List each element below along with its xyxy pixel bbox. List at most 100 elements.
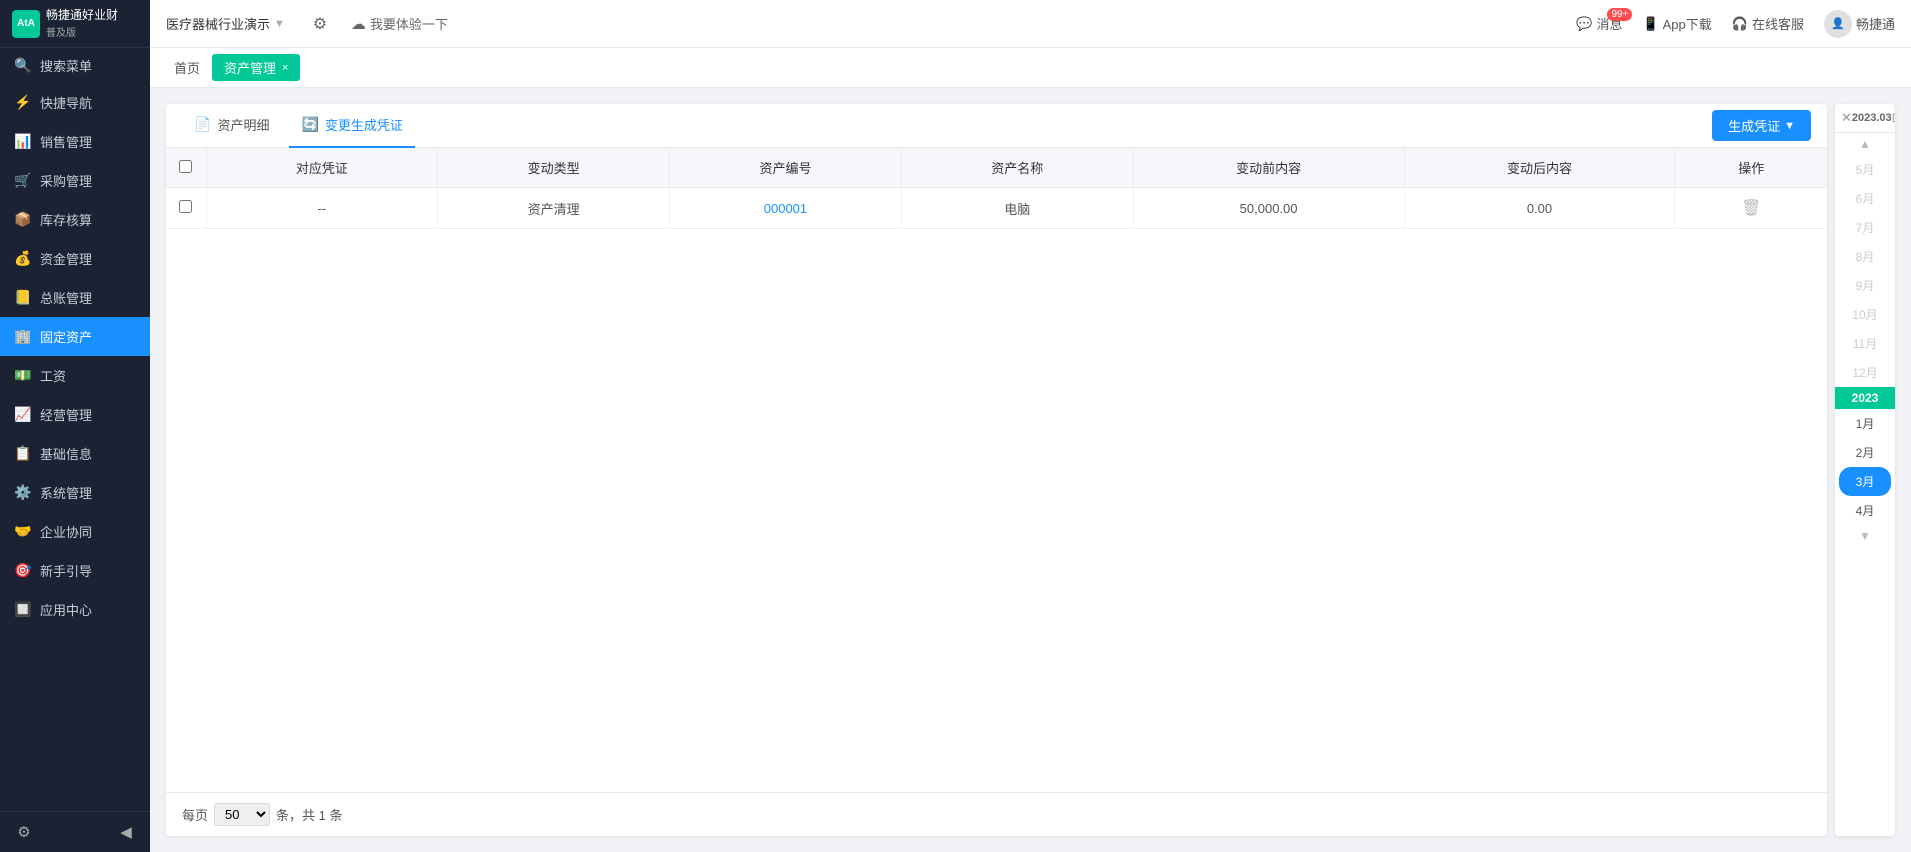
tab-asset-detail[interactable]: 📄 资产明细 — [182, 104, 281, 148]
month-item-5[interactable]: 5月 — [1835, 155, 1895, 184]
sidebar-item-label: 系统管理 — [40, 483, 92, 502]
ledger-icon: 📒 — [14, 289, 32, 307]
tab-change-voucher-label: 变更生成凭证 — [325, 115, 403, 134]
sidebar-item-enterprise[interactable]: 🤝 企业协同 — [0, 512, 150, 551]
sidebar-item-label: 工资 — [40, 366, 66, 385]
month-item-2023-1[interactable]: 1月 — [1835, 409, 1895, 438]
base-info-icon: 📋 — [14, 445, 32, 463]
delete-icon[interactable]: 🗑 — [1741, 200, 1761, 217]
avatar: 👤 — [1824, 10, 1852, 38]
sidebar-item-search[interactable]: 🔍 搜索菜单 — [0, 48, 150, 83]
col-change-type: 变动类型 — [438, 148, 670, 188]
month-item-10[interactable]: 10月 — [1835, 300, 1895, 329]
col-after-change: 变动后内容 — [1404, 148, 1675, 188]
sidebar-item-guide[interactable]: 🎯 新手引导 — [0, 551, 150, 590]
system-icon: ⚙️ — [14, 484, 32, 502]
sidebar-item-ledger[interactable]: 📒 总账管理 — [0, 278, 150, 317]
logo-sub: 普及版 — [46, 24, 118, 39]
sidebar-item-app-center[interactable]: 🔲 应用中心 — [0, 590, 150, 629]
top-header: 医疗器械行业演示 ▼ ⚙ ☁ 我要体验一下 💬 消息 99+ 📱 App下载 🎧… — [150, 0, 1911, 48]
sidebar-item-label: 应用中心 — [40, 600, 92, 619]
customer-service-button[interactable]: 🎧 在线客服 — [1732, 14, 1804, 33]
generate-voucher-button[interactable]: 生成凭证 ▼ — [1712, 110, 1811, 141]
asset-management-tab[interactable]: 资产管理 × — [212, 54, 300, 81]
sidebar-item-base-info[interactable]: 📋 基础信息 — [0, 434, 150, 473]
panel-scroll[interactable]: ▲ 5月 6月 7月 8月 9月 10月 11月 12月 2023 1月 2月 … — [1835, 133, 1895, 836]
home-tab[interactable]: 首页 — [166, 54, 208, 81]
company-selector[interactable]: 医疗器械行业演示 ▼ — [166, 14, 285, 33]
cell-after-change: 0.00 — [1404, 188, 1675, 229]
user-menu[interactable]: 👤 畅捷通 — [1824, 10, 1895, 38]
collapse-icon[interactable]: ◀ — [116, 822, 136, 842]
sub-tabs-actions: 生成凭证 ▼ — [1712, 110, 1811, 141]
scroll-down-button[interactable]: ▼ — [1835, 525, 1895, 547]
cell-action[interactable]: 🗑 — [1675, 188, 1827, 229]
col-action: 操作 — [1675, 148, 1827, 188]
month-item-7[interactable]: 7月 — [1835, 213, 1895, 242]
sidebar-item-label: 经营管理 — [40, 405, 92, 424]
username-label: 畅捷通 — [1856, 14, 1895, 33]
nav-tabs-bar: 首页 资产管理 × — [150, 48, 1911, 88]
app-center-icon: 🔲 — [14, 601, 32, 619]
experience-label: 我要体验一下 — [370, 14, 448, 33]
table-header-row: 对应凭证 变动类型 资产编号 资产名称 变动前内容 变动后内容 操作 — [166, 148, 1827, 188]
table-footer: 每页 10 20 50 100 条，共 1 条 — [166, 792, 1827, 836]
sidebar-item-operations[interactable]: 📈 经营管理 — [0, 395, 150, 434]
settings-bottom-icon[interactable]: ⚙ — [14, 822, 34, 842]
sidebar-item-label: 搜索菜单 — [40, 56, 92, 75]
sidebar-item-quick-nav[interactable]: ⚡ 快捷导航 — [0, 83, 150, 122]
settings-icon[interactable]: ⚙ — [305, 9, 335, 39]
sidebar-item-label: 基础信息 — [40, 444, 92, 463]
sidebar-nav: 🔍 搜索菜单 ⚡ 快捷导航 📊 销售管理 🛒 采购管理 📦 库存核算 💰 资金管… — [0, 48, 150, 811]
data-table: 对应凭证 变动类型 资产编号 资产名称 变动前内容 变动后内容 操作 — [166, 148, 1827, 792]
sidebar-item-label: 快捷导航 — [40, 93, 92, 112]
select-all-header[interactable] — [166, 148, 206, 188]
guide-icon: 🎯 — [14, 562, 32, 580]
sidebar-item-finance[interactable]: 💰 资金管理 — [0, 239, 150, 278]
finance-icon: 💰 — [14, 250, 32, 268]
per-page-select[interactable]: 10 20 50 100 — [214, 803, 270, 826]
select-all-checkbox[interactable] — [179, 160, 192, 173]
company-dropdown-arrow: ▼ — [274, 18, 285, 30]
sub-tabs: 📄 资产明细 🔄 变更生成凭证 生成凭证 ▼ — [166, 104, 1827, 148]
panel-close-button[interactable]: ✕ — [1841, 110, 1852, 126]
sidebar-item-payroll[interactable]: 💵 工资 — [0, 356, 150, 395]
tab-label: 资产管理 — [224, 58, 276, 77]
sidebar-item-fixed-assets[interactable]: 🏢 固定资产 — [0, 317, 150, 356]
main-content: 医疗器械行业演示 ▼ ⚙ ☁ 我要体验一下 💬 消息 99+ 📱 App下载 🎧… — [150, 0, 1911, 852]
tab-close-button[interactable]: × — [282, 62, 288, 74]
app-download-button[interactable]: 📱 App下载 — [1642, 14, 1711, 33]
sidebar-item-inventory[interactable]: 📦 库存核算 — [0, 200, 150, 239]
sidebar: AtA 畅捷通好业财 普及版 🔍 搜索菜单 ⚡ 快捷导航 📊 销售管理 🛒 采购… — [0, 0, 150, 852]
month-item-2023-4[interactable]: 4月 — [1835, 496, 1895, 525]
month-item-6[interactable]: 6月 — [1835, 184, 1895, 213]
cell-asset-code[interactable]: 000001 — [670, 188, 902, 229]
search-icon: 🔍 — [14, 57, 32, 75]
cell-change-type: 资产清理 — [438, 188, 670, 229]
notification-button[interactable]: 💬 消息 99+ — [1576, 14, 1622, 33]
per-page-selector: 每页 10 20 50 100 条，共 1 条 — [182, 803, 342, 826]
sidebar-item-sales[interactable]: 📊 销售管理 — [0, 122, 150, 161]
sidebar-item-label: 新手引导 — [40, 561, 92, 580]
month-item-2023-3[interactable]: 3月 — [1839, 467, 1891, 496]
date-panel: ✕ 2023.03 ⊡ ▲ 5月 6月 7月 8月 9月 10月 11月 12月… — [1835, 104, 1895, 836]
tab-change-voucher[interactable]: 🔄 变更生成凭证 — [289, 104, 414, 148]
month-item-12[interactable]: 12月 — [1835, 358, 1895, 387]
row-checkbox[interactable] — [179, 200, 192, 213]
col-asset-code: 资产编号 — [670, 148, 902, 188]
experience-button[interactable]: ☁ 我要体验一下 — [351, 14, 448, 33]
tab-asset-detail-label: 资产明细 — [217, 115, 269, 134]
row-checkbox-cell[interactable] — [166, 188, 206, 229]
sidebar-item-system[interactable]: ⚙️ 系统管理 — [0, 473, 150, 512]
month-item-9[interactable]: 9月 — [1835, 271, 1895, 300]
cloud-icon: ☁ — [351, 15, 366, 33]
cell-voucher: -- — [206, 188, 438, 229]
scroll-up-button[interactable]: ▲ — [1835, 133, 1895, 155]
sidebar-item-purchase[interactable]: 🛒 采购管理 — [0, 161, 150, 200]
month-item-2023-2[interactable]: 2月 — [1835, 438, 1895, 467]
month-item-8[interactable]: 8月 — [1835, 242, 1895, 271]
panel-expand-button[interactable]: ⊡ — [1892, 110, 1895, 126]
total-label: 条，共 1 条 — [276, 805, 342, 824]
sidebar-item-label: 库存核算 — [40, 210, 92, 229]
month-item-11[interactable]: 11月 — [1835, 329, 1895, 358]
